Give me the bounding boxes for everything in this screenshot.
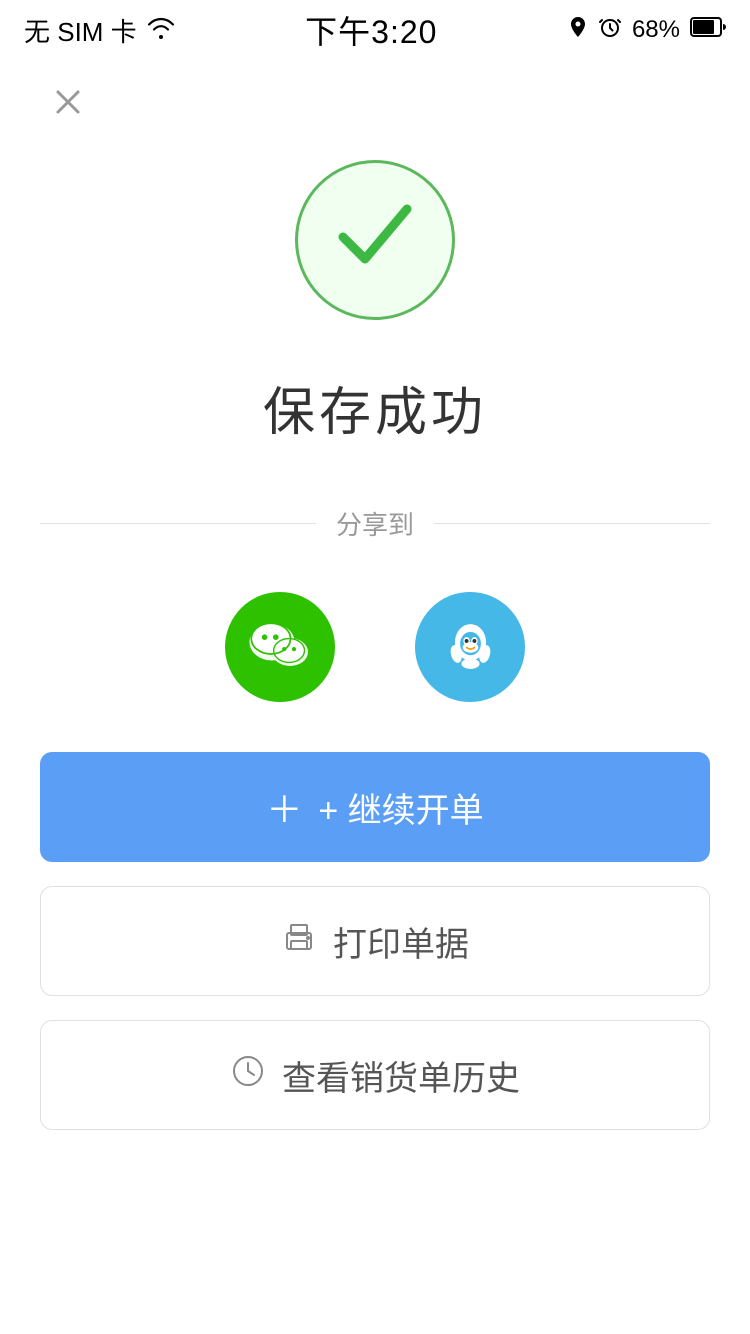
no-sim-text: 无 SIM 卡 [24, 12, 137, 49]
checkmark-icon [335, 199, 415, 282]
continue-label: + 继续开单 [318, 783, 483, 832]
close-button[interactable] [44, 78, 92, 126]
share-section: 分享到 [0, 505, 750, 702]
divider-right [434, 523, 710, 524]
success-title: 保存成功 [263, 370, 487, 445]
printer-icon [281, 919, 317, 964]
wifi-icon [147, 15, 175, 46]
battery-icon [690, 16, 726, 44]
history-button[interactable]: 查看销货单历史 [40, 1020, 710, 1130]
qq-share-button[interactable] [415, 592, 525, 702]
success-circle [295, 160, 455, 320]
share-label: 分享到 [336, 505, 414, 542]
action-buttons: ＋ + 继续开单 打印单据 查看销货单历史 [0, 752, 750, 1130]
plus-icon: ＋ [266, 781, 302, 833]
share-divider: 分享到 [40, 505, 710, 542]
clock-icon [230, 1053, 266, 1098]
continue-button[interactable]: ＋ + 继续开单 [40, 752, 710, 862]
status-time: 下午3:20 [305, 7, 437, 53]
location-icon [568, 15, 588, 46]
print-button[interactable]: 打印单据 [40, 886, 710, 996]
status-left: 无 SIM 卡 [24, 12, 175, 49]
alarm-icon [598, 15, 622, 46]
battery-percent-text: 68% [632, 16, 680, 44]
share-icons [40, 592, 710, 702]
print-label: 打印单据 [333, 917, 469, 966]
wechat-share-button[interactable] [225, 592, 335, 702]
status-bar: 无 SIM 卡 下午3:20 68% [0, 0, 750, 60]
status-right: 68% [568, 15, 726, 46]
history-label: 查看销货单历史 [282, 1051, 520, 1100]
divider-left [40, 523, 316, 524]
main-content: 保存成功 分享到 [0, 60, 750, 1130]
